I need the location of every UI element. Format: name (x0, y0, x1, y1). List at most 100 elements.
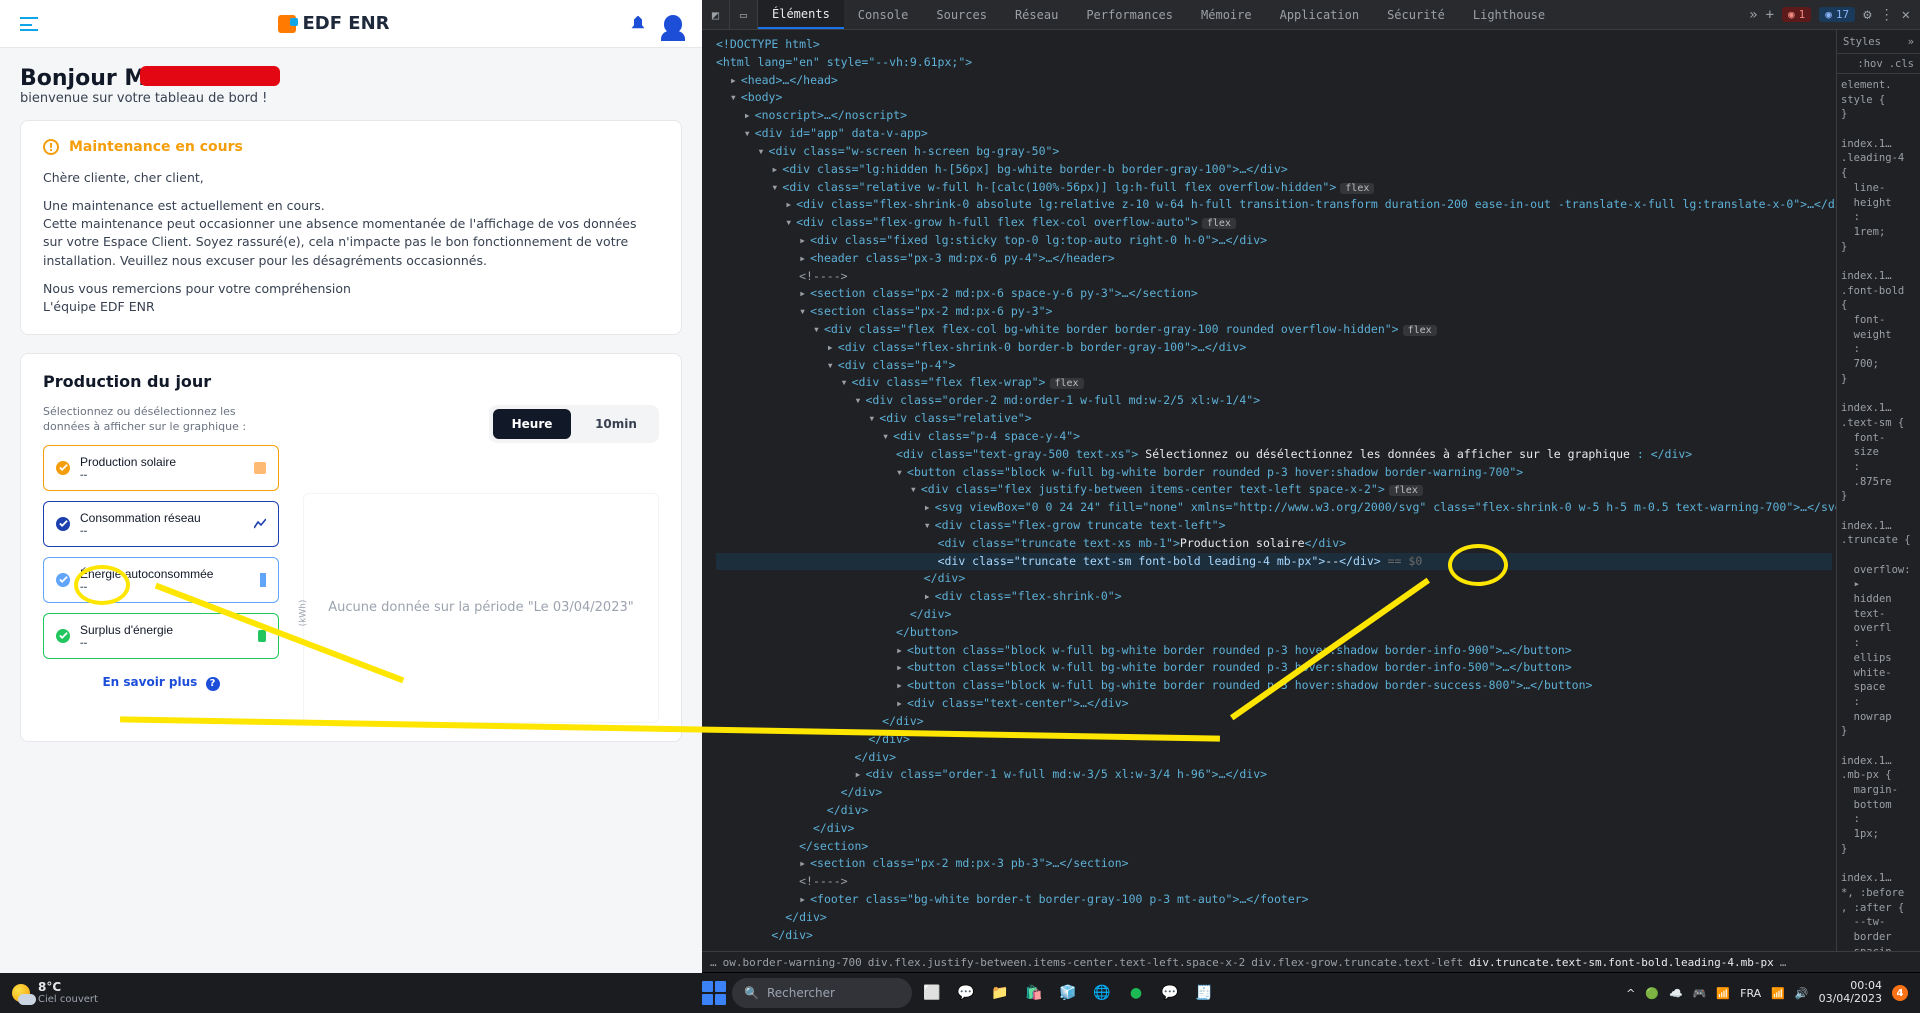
taskbar-search[interactable]: 🔍 Rechercher (732, 978, 912, 1008)
greeting-prefix: Bonjour M (20, 66, 146, 91)
app-3d-icon[interactable]: 🧊 (1054, 979, 1082, 1007)
tray-discord-icon[interactable]: 🎮 (1693, 987, 1707, 1000)
greeting-subtitle: bienvenue sur votre tableau de bord ! (20, 91, 682, 106)
tab-elements[interactable]: Éléments (758, 0, 844, 29)
check-icon (56, 573, 70, 587)
dock-menu-icon[interactable]: ⋮ (1880, 7, 1894, 23)
brand-icon (278, 15, 296, 33)
styles-body[interactable]: element. style { } index.1… .leading-4 {… (1837, 74, 1920, 951)
maintenance-p3: Nous vous remercions pour votre compréhe… (43, 280, 659, 316)
chart-unit: (kWh) (298, 599, 308, 626)
swatch-icon (260, 573, 266, 587)
learn-more[interactable]: En savoir plus ? (43, 671, 279, 691)
tray-chrome-icon[interactable]: 🟢 (1645, 987, 1659, 1000)
check-icon (56, 629, 70, 643)
weather-widget[interactable]: 8°C Ciel couvert (12, 981, 98, 1005)
tray-bluetooth-icon[interactable]: 📶 (1716, 987, 1730, 1000)
more-icon[interactable]: » (1908, 36, 1914, 48)
app-spotify-icon[interactable]: ● (1122, 979, 1150, 1007)
selection-hint: Sélectionnez ou désélectionnez les donné… (43, 405, 279, 435)
app-edge-icon[interactable]: 🌐 (1088, 979, 1116, 1007)
tray-onedrive-icon[interactable]: ☁️ (1669, 987, 1683, 1000)
taskview-icon[interactable]: ⬜ (918, 979, 946, 1007)
notification-badge[interactable]: 4 (1892, 985, 1908, 1001)
devtools-pane: ◩ ▭ Éléments Console Sources Réseau Perf… (702, 0, 1920, 973)
webpage-pane: EDF ENR Bonjour M bienvenue sur votre ta… (0, 0, 702, 973)
maintenance-p1: Chère cliente, cher client, (43, 169, 659, 187)
tray-volume-icon[interactable]: 🔊 (1795, 987, 1809, 1000)
hamburger-icon[interactable] (20, 17, 38, 31)
tab-sources[interactable]: Sources (922, 0, 1001, 29)
select-energie-autoconsommee[interactable]: Énergie autoconsommée -- (43, 557, 279, 603)
tray-wifi-icon[interactable]: 📶 (1771, 987, 1785, 1000)
close-devtools-icon[interactable]: ✕ (1902, 7, 1910, 23)
production-card: Production du jour Sélectionnez ou désél… (20, 353, 682, 742)
btn-value: -- (80, 525, 244, 537)
more-tabs-icon[interactable]: » (1749, 7, 1757, 23)
tab-performance[interactable]: Performances (1072, 0, 1187, 29)
tab-application[interactable]: Application (1266, 0, 1373, 29)
search-icon: 🔍 (744, 986, 759, 1000)
btn-value: -- (80, 637, 248, 649)
app-misc-icon[interactable]: 🧾 (1190, 979, 1218, 1007)
inspect-icon[interactable]: ◩ (702, 0, 730, 30)
bell-icon[interactable] (630, 16, 646, 32)
new-tab-icon[interactable]: + (1766, 7, 1774, 23)
tray-chevron-icon[interactable]: ^ (1626, 987, 1635, 1000)
select-surplus-energie[interactable]: Surplus d'énergie -- (43, 613, 279, 659)
tab-memory[interactable]: Mémoire (1187, 0, 1266, 29)
chart-area: (kWh) Aucune donnée sur la période "Le 0… (303, 493, 659, 723)
select-consommation-reseau[interactable]: Consommation réseau -- (43, 501, 279, 547)
brand-logo: EDF ENR (278, 13, 389, 34)
btn-value: -- (80, 469, 244, 481)
tab-10min[interactable]: 10min (577, 409, 655, 439)
btn-value: -- (80, 581, 250, 593)
swatch-icon (254, 518, 266, 530)
dom-tree[interactable]: <!DOCTYPE html> <html lang="en" style="-… (702, 30, 1836, 951)
weather-temp: 8°C (38, 981, 98, 994)
tab-hour[interactable]: Heure (493, 409, 571, 439)
tab-security[interactable]: Sécurité (1373, 0, 1459, 29)
devtools-toolbar: ◩ ▭ Éléments Console Sources Réseau Perf… (702, 0, 1920, 30)
btn-label: Énergie autoconsommée (80, 567, 250, 581)
app-messenger-icon[interactable]: 💬 (1156, 979, 1184, 1007)
app-chat-icon[interactable]: 💬 (952, 979, 980, 1007)
avatar-icon[interactable] (664, 15, 682, 33)
swatch-icon (254, 462, 266, 474)
greeting-block: Bonjour M bienvenue sur votre tableau de… (20, 66, 682, 106)
brand-text: EDF ENR (302, 13, 389, 34)
time-tabs: Heure 10min (489, 405, 659, 443)
tab-lighthouse[interactable]: Lighthouse (1459, 0, 1559, 29)
maintenance-card: ! Maintenance en cours Chère cliente, ch… (20, 120, 682, 335)
chart-nodata: Aucune donnée sur la période "Le 03/04/2… (328, 600, 633, 615)
check-icon (56, 517, 70, 531)
tab-network[interactable]: Réseau (1001, 0, 1072, 29)
settings-icon[interactable]: ⚙ (1863, 7, 1871, 23)
tab-console[interactable]: Console (844, 0, 923, 29)
btn-label: Surplus d'énergie (80, 623, 248, 637)
system-tray: ^ 🟢 ☁️ 🎮 📶 FRA 📶 🔊 00:04 03/04/2023 4 (1626, 980, 1908, 1005)
styles-tab-label[interactable]: Styles (1843, 36, 1881, 48)
device-mode-icon[interactable]: ▭ (730, 0, 758, 30)
production-title: Production du jour (43, 372, 659, 391)
hov-toggle[interactable]: :hov (1857, 58, 1882, 70)
swatch-icon (258, 630, 266, 642)
check-icon (56, 461, 70, 475)
app-explorer-icon[interactable]: 📁 (986, 979, 1014, 1007)
styles-panel: Styles » :hov .cls element. style { } in… (1836, 30, 1920, 951)
dom-selected-line[interactable]: <div class="truncate text-sm font-bold l… (716, 553, 1832, 571)
start-button[interactable] (702, 981, 726, 1005)
warning-count[interactable]: ◉ 17 (1819, 7, 1855, 22)
dom-breadcrumb[interactable]: … ow.border-warning-700 div.flex.justify… (702, 951, 1920, 973)
taskbar-clock[interactable]: 00:04 03/04/2023 (1819, 980, 1882, 1005)
weather-desc: Ciel couvert (38, 994, 98, 1005)
cls-toggle[interactable]: .cls (1889, 58, 1914, 70)
help-icon: ? (206, 677, 220, 691)
redaction-mark (140, 66, 280, 86)
app-store-icon[interactable]: 🛍️ (1020, 979, 1048, 1007)
btn-label: Production solaire (80, 455, 244, 469)
tray-lang[interactable]: FRA (1740, 987, 1761, 1000)
select-production-solaire[interactable]: Production solaire -- (43, 445, 279, 491)
taskbar: 8°C Ciel couvert 🔍 Rechercher ⬜ 💬 📁 🛍️ 🧊… (0, 973, 1920, 1013)
error-count[interactable]: ◉ 1 (1782, 7, 1811, 22)
